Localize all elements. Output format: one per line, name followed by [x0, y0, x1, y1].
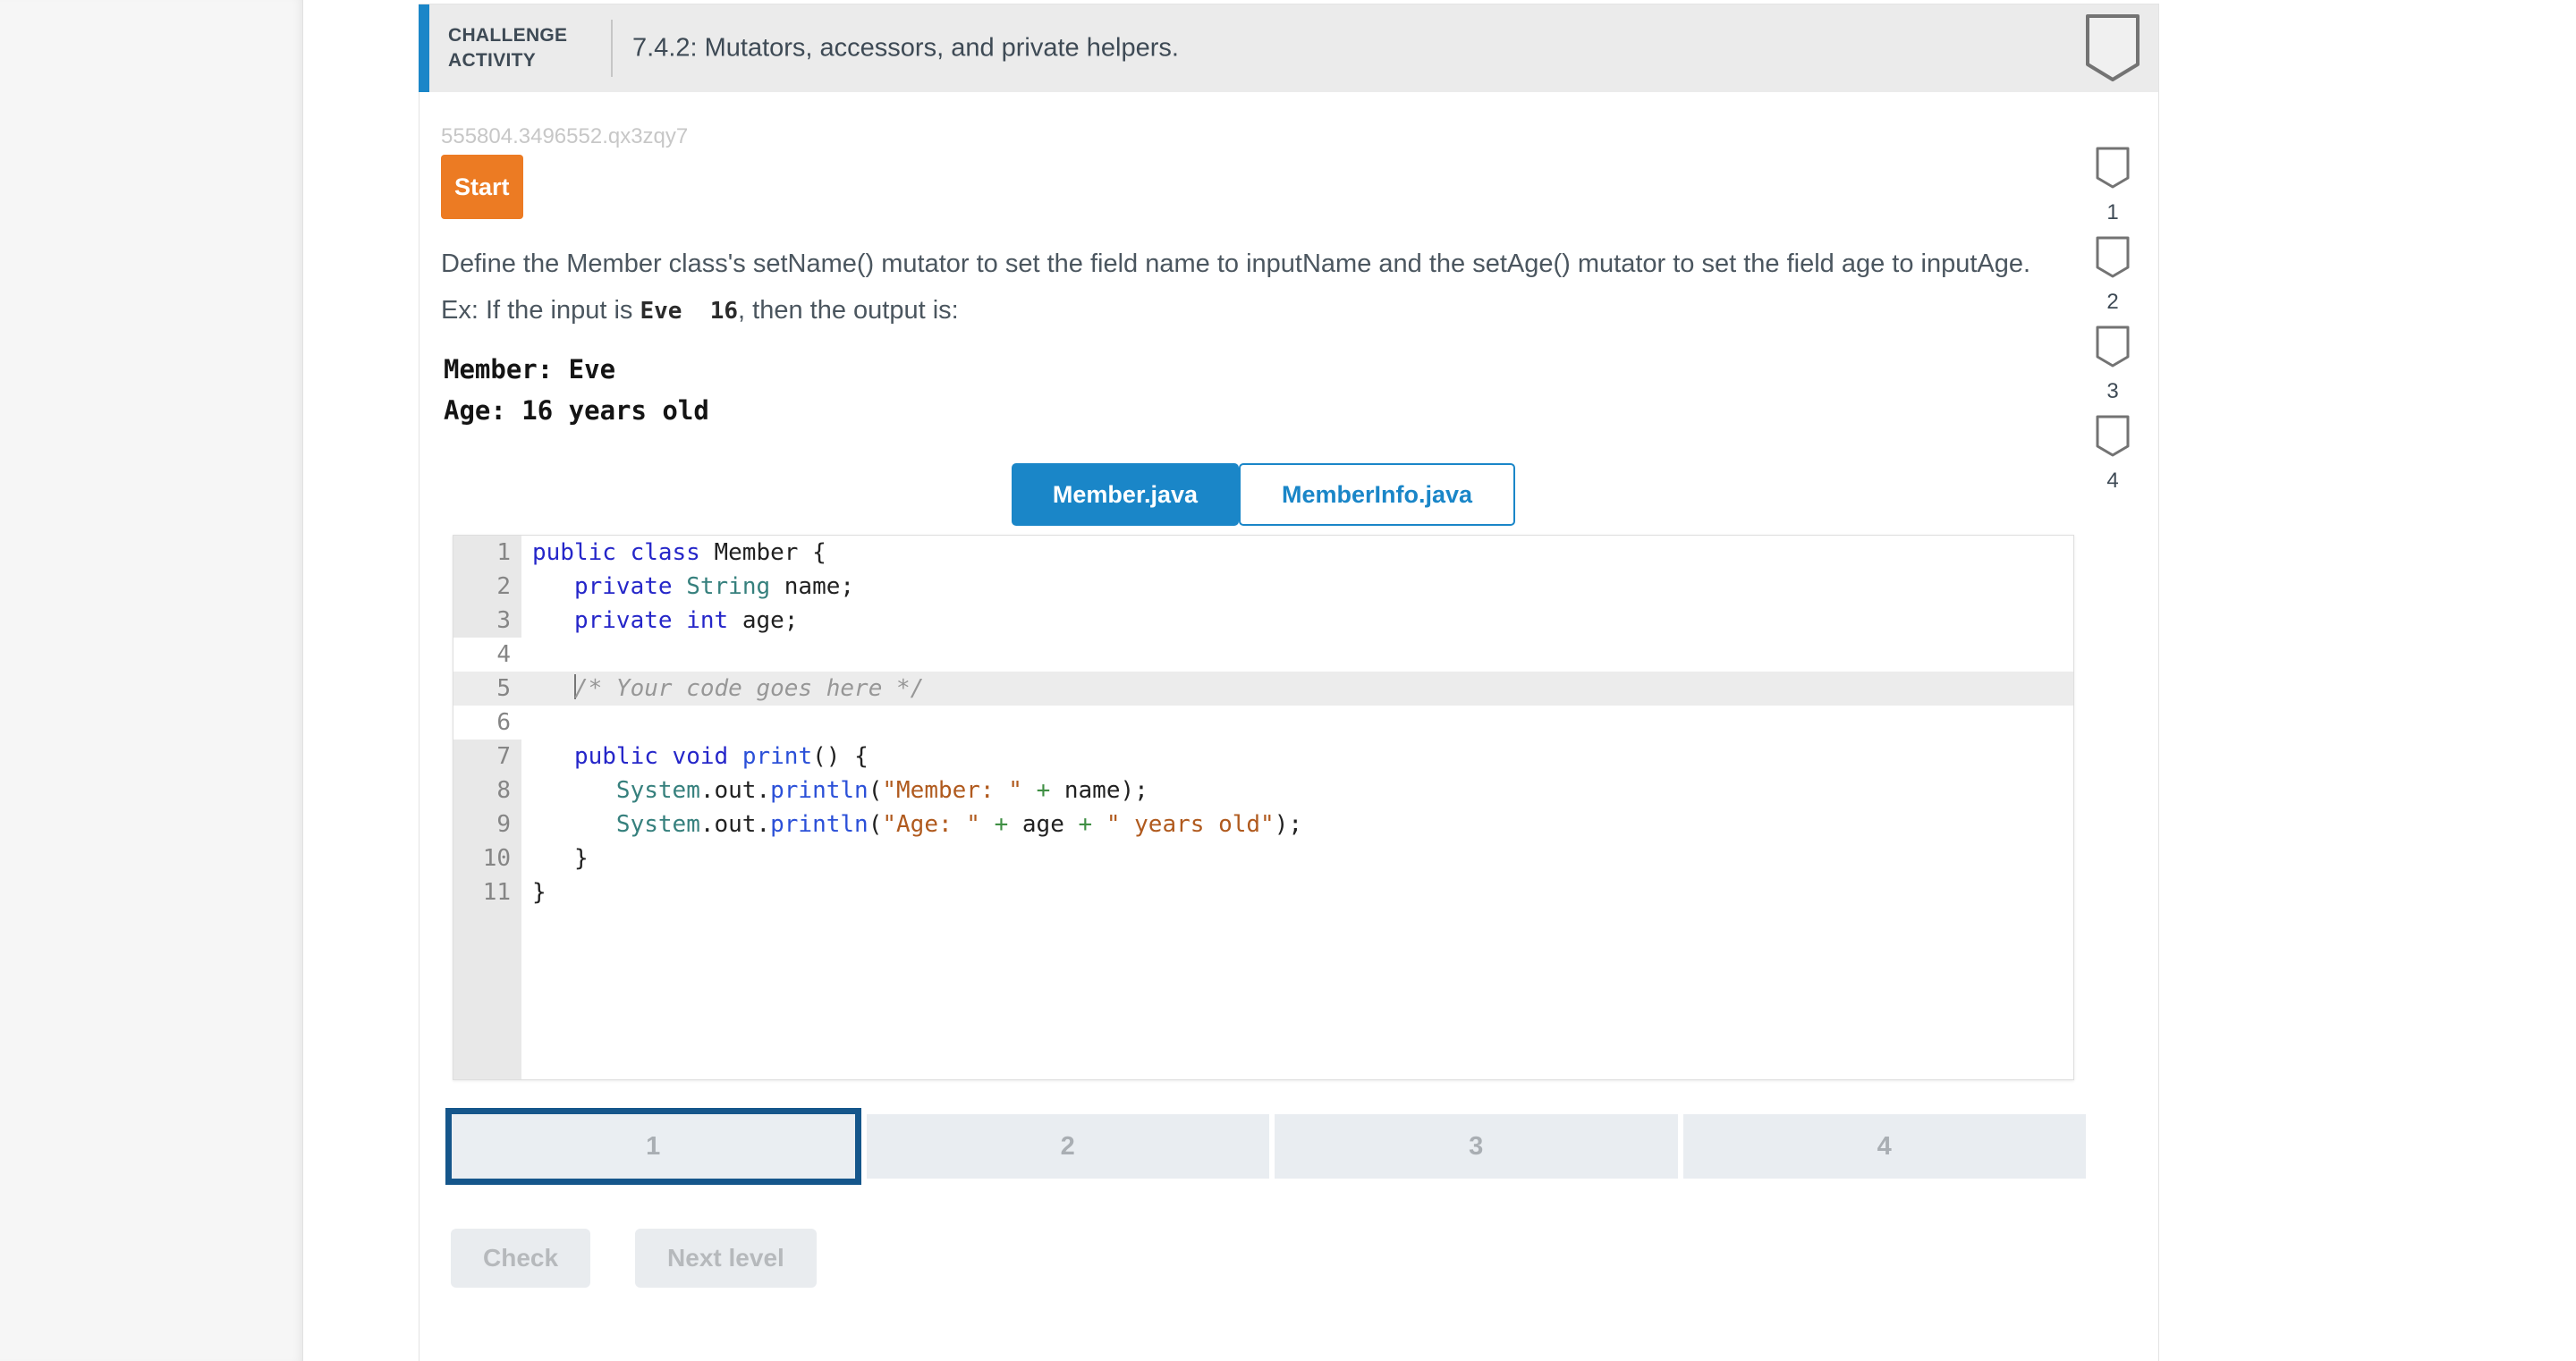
- line-number: 7: [453, 740, 521, 773]
- code-line-empty: [453, 1045, 2073, 1079]
- level-shield-icon: [2096, 415, 2130, 457]
- kicker-line-2: ACTIVITY: [448, 50, 537, 71]
- example-line: Ex: If the input is Eve 16, then the out…: [441, 296, 2158, 325]
- activity-header: CHALLENGE ACTIVITY 7.4.2: Mutators, acce…: [419, 4, 2158, 92]
- code-line-8: 8 System.out.println("Member: " + name);: [453, 773, 2073, 807]
- resource-id: 555804.3496552.qx3zqy7: [441, 124, 689, 148]
- code-line-text: [521, 909, 2073, 943]
- code-line-3: 3 private int age;: [453, 604, 2073, 638]
- progress-segment-3: 3: [1275, 1114, 1678, 1179]
- level-shield-icon: [2096, 147, 2130, 189]
- level-indicator-4: 4: [2096, 415, 2130, 499]
- action-buttons: Check Next level: [451, 1229, 2158, 1288]
- code-line-text: [521, 1045, 2073, 1079]
- code-line-empty: [453, 1011, 2073, 1045]
- challenge-activity-card: CHALLENGE ACTIVITY 7.4.2: Mutators, acce…: [419, 4, 2159, 1361]
- code-line-text: }: [532, 845, 589, 872]
- progress-segment-4: 4: [1682, 1114, 2086, 1179]
- code-line-text: [521, 706, 2073, 740]
- code-line-5: 5 /* Your code goes here */: [453, 672, 2073, 706]
- level-indicator-3: 3: [2096, 325, 2130, 410]
- code-line-9: 9 System.out.println("Age: " + age + " y…: [453, 807, 2073, 841]
- line-number: [453, 1045, 521, 1079]
- code-line-empty: [453, 943, 2073, 977]
- line-number: 3: [453, 604, 521, 638]
- tab-bar: Member.java MemberInfo.java: [453, 463, 2074, 526]
- code-line-7: 7 public void print() {: [453, 740, 2073, 773]
- code-line-text: }: [532, 879, 547, 906]
- level-shield-rail: 1 2 3 4: [2085, 147, 2140, 504]
- code-line-4: 4: [453, 638, 2073, 672]
- line-number: 2: [453, 570, 521, 604]
- line-number: [453, 1011, 521, 1045]
- code-line-text: public class Member {: [532, 539, 826, 566]
- code-line-text: private int age;: [573, 607, 799, 634]
- code-line-text: /* Your code goes here */: [573, 674, 925, 702]
- level-number: 3: [2106, 379, 2119, 403]
- start-button[interactable]: Start: [441, 155, 523, 219]
- activity-shield-icon: [2086, 14, 2140, 81]
- code-line-empty: [453, 977, 2073, 1011]
- activity-title: 7.4.2: Mutators, accessors, and private …: [632, 33, 1179, 63]
- level-number: 1: [2106, 200, 2119, 224]
- level-number: 4: [2106, 469, 2119, 493]
- line-number: 9: [453, 807, 521, 841]
- progress-segment-2: 2: [866, 1114, 1269, 1179]
- tab-Member.java[interactable]: Member.java: [1011, 463, 1240, 526]
- kicker-line-1: CHALLENGE: [448, 25, 568, 46]
- line-number: [453, 943, 521, 977]
- code-editor[interactable]: 1 public class Member { 2 private String n…: [453, 535, 2074, 1080]
- code-line-text: System.out.println("Age: " + age + " yea…: [615, 811, 1302, 838]
- progress-segment-1: 1: [445, 1108, 861, 1185]
- line-number: 10: [453, 841, 521, 875]
- example-suffix: , then the output is:: [738, 296, 959, 325]
- collapsed-sidebar-rail: [0, 0, 303, 1361]
- code-line-2: 2 private String name;: [453, 570, 2073, 604]
- example-input: Eve 16: [640, 298, 739, 325]
- level-indicator-2: 2: [2096, 236, 2130, 320]
- line-number: 5: [453, 672, 521, 706]
- header-divider: [611, 20, 613, 77]
- problem-prompt: Define the Member class's setName() muta…: [441, 249, 2031, 278]
- code-line-11: 11}: [453, 875, 2073, 909]
- check-button[interactable]: Check: [451, 1229, 591, 1288]
- example-output: Member: Eve Age: 16 years old: [444, 354, 709, 426]
- code-line-text: [521, 638, 2073, 672]
- line-number: 4: [453, 638, 521, 672]
- code-line-text: public void print() {: [573, 743, 869, 770]
- level-progress-bar: 1234: [445, 1107, 2086, 1186]
- code-line-6: 6: [453, 706, 2073, 740]
- level-shield-icon: [2096, 236, 2130, 278]
- line-number: 11: [453, 875, 521, 909]
- code-line-text: [521, 977, 2073, 1011]
- code-line-text: [521, 943, 2073, 977]
- level-indicator-1: 1: [2096, 147, 2130, 231]
- code-line-text: System.out.println("Member: " + name);: [615, 777, 1148, 804]
- line-number: 8: [453, 773, 521, 807]
- code-line-text: [521, 1011, 2073, 1045]
- header-accent-bar: [419, 4, 429, 92]
- example-prefix: Ex: If the input is: [441, 296, 640, 325]
- next-level-button[interactable]: Next level: [635, 1229, 817, 1288]
- code-line-empty: [453, 909, 2073, 943]
- tab-MemberInfo.java[interactable]: MemberInfo.java: [1239, 463, 1516, 526]
- level-shield-icon: [2096, 325, 2130, 368]
- line-number: [453, 977, 521, 1011]
- code-line-1: 1 public class Member {: [453, 536, 2073, 570]
- activity-kind-label: CHALLENGE ACTIVITY: [448, 23, 567, 73]
- line-number: [453, 909, 521, 943]
- level-number: 2: [2106, 290, 2119, 314]
- line-number: 1: [453, 536, 521, 570]
- code-line-10: 10 }: [453, 841, 2073, 875]
- line-number: 6: [453, 706, 521, 740]
- code-line-text: private String name;: [573, 573, 855, 600]
